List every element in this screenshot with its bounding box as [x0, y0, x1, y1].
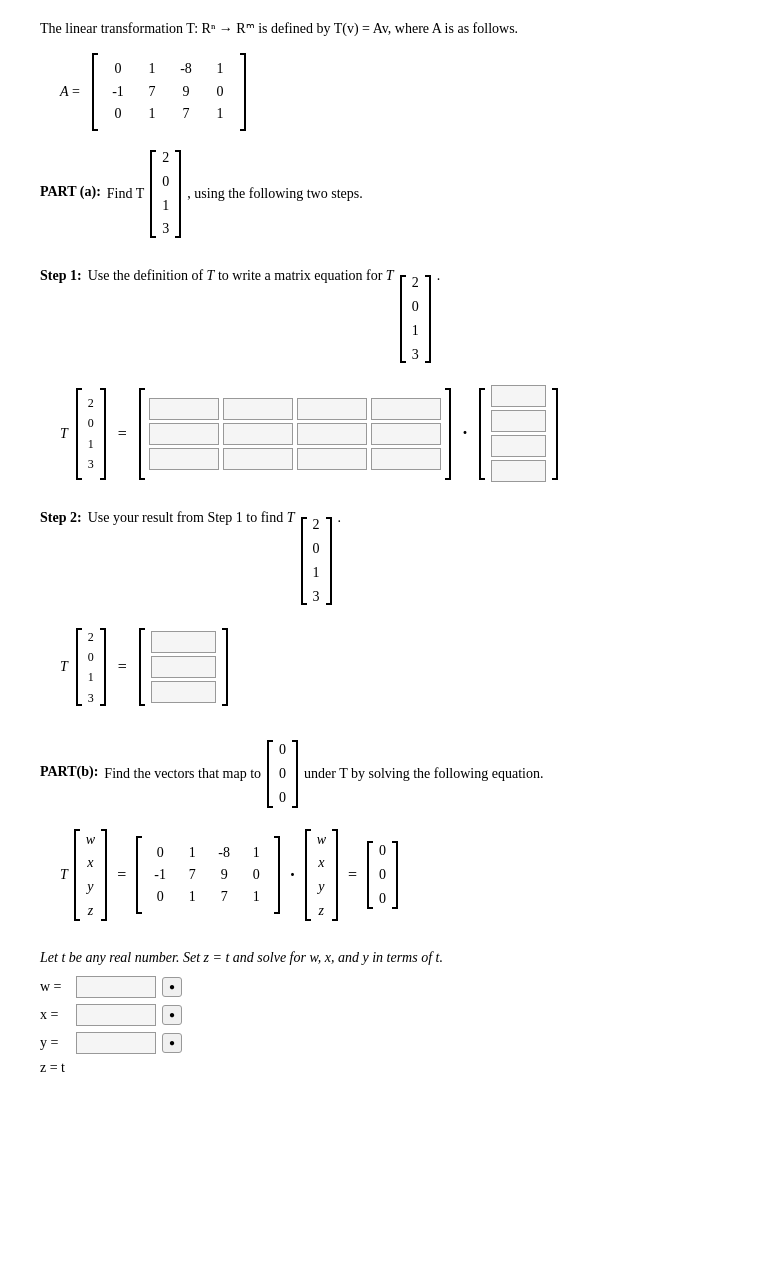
- step1-m20[interactable]: [149, 448, 219, 470]
- step1-m02[interactable]: [297, 398, 367, 420]
- matrix-a-display: 0 1 -8 1 -1 7 9 0 0 1 7 1: [92, 53, 246, 131]
- x-label: x =: [40, 1007, 70, 1023]
- step1-lhs-vector: 2 0 1 3: [76, 388, 106, 480]
- x-icon[interactable]: ●: [162, 1005, 182, 1025]
- y-input[interactable]: [76, 1032, 156, 1054]
- part-a-vector: 2 0 1 3: [150, 143, 181, 244]
- step2-t-label: T: [60, 659, 68, 675]
- part-b-suffix: under T by solving the following equatio…: [304, 766, 543, 782]
- step1-m12[interactable]: [297, 423, 367, 445]
- step1-m03[interactable]: [371, 398, 441, 420]
- step1-m10[interactable]: [149, 423, 219, 445]
- part-b-zero-vector-eq: 0 0 0: [367, 836, 398, 913]
- step1-cv2[interactable]: [491, 435, 546, 457]
- step2-r1[interactable]: [151, 656, 216, 678]
- step2-lhs-vector: 2 0 1 3: [76, 624, 106, 712]
- step2-vector: 2 0 1 3: [301, 510, 332, 611]
- step1-input-col-vector: [479, 381, 558, 486]
- x-input[interactable]: [76, 1004, 156, 1026]
- step1-m01[interactable]: [223, 398, 293, 420]
- matrix-a-label: A =: [60, 84, 80, 100]
- part-b-equation: T w x y z = 0 1 -8 1: [60, 825, 725, 926]
- step1-m22[interactable]: [297, 448, 367, 470]
- y-icon[interactable]: ●: [162, 1033, 182, 1053]
- step1-m00[interactable]: [149, 398, 219, 420]
- step2-section: Step 2: Use your result from Step 1 to f…: [40, 510, 725, 711]
- part-b-zero-vector: 0 0 0: [267, 735, 298, 812]
- step1-cv1[interactable]: [491, 410, 546, 432]
- step1-input-matrix: [139, 388, 451, 480]
- step1-section: Step 1: Use the definition of T to write…: [40, 268, 725, 486]
- part-b-t-label: T: [60, 867, 68, 883]
- step1-m11[interactable]: [223, 423, 293, 445]
- solve-section: Let t be any real number. Set z = t and …: [40, 950, 725, 1076]
- step1-t-label: T: [60, 426, 68, 442]
- step2-text: Use your result from Step 1 to find T: [88, 510, 295, 526]
- x-row: x = ●: [40, 1004, 725, 1026]
- part-b-section: PART(b): Find the vectors that map to 0 …: [40, 735, 725, 926]
- step2-equation: T 2 0 1 3 =: [60, 624, 725, 712]
- part-b-var-vector-lhs: w x y z: [74, 825, 107, 926]
- part-b-label: PART(b):: [40, 764, 98, 780]
- step1-cv0[interactable]: [491, 385, 546, 407]
- step1-m13[interactable]: [371, 423, 441, 445]
- part-b-matrix-a: 0 1 -8 1 -1 7 9 0 0 1 7 1: [136, 836, 280, 914]
- step1-cv3[interactable]: [491, 460, 546, 482]
- step2-r0[interactable]: [151, 631, 216, 653]
- y-row: y = ●: [40, 1032, 725, 1054]
- step1-m23[interactable]: [371, 448, 441, 470]
- part-b-var-vector-rhs: w x y z: [305, 825, 338, 926]
- w-input[interactable]: [76, 976, 156, 998]
- w-row: w = ●: [40, 976, 725, 998]
- part-b-text: Find the vectors that map to: [104, 766, 261, 782]
- y-label: y =: [40, 1035, 70, 1051]
- part-a-suffix: , using the following two steps.: [187, 186, 362, 202]
- matrix-a-section: A = 0 1 -8 1 -1 7 9 0 0 1 7 1: [60, 53, 725, 131]
- part-a-text: Find T: [107, 186, 144, 202]
- w-label: w =: [40, 979, 70, 995]
- step1-m21[interactable]: [223, 448, 293, 470]
- step2-result-vector: [139, 627, 228, 707]
- step1-vector: 2 0 1 3: [400, 268, 431, 369]
- part-a-section: PART (a): Find T 2 0 1 3 , using the fol…: [40, 143, 725, 244]
- solve-text: Let t be any real number. Set z = t and …: [40, 950, 725, 966]
- z-row: z = t: [40, 1060, 725, 1076]
- step2-r2[interactable]: [151, 681, 216, 703]
- step1-equation: T 2 0 1 3 =: [60, 381, 725, 486]
- w-icon[interactable]: ●: [162, 977, 182, 997]
- step2-label: Step 2:: [40, 510, 82, 526]
- intro-text: The linear transformation T: Rⁿ → Rᵐ is …: [40, 20, 725, 37]
- part-a-label: PART (a):: [40, 184, 101, 200]
- z-label: z = t: [40, 1060, 70, 1076]
- step1-label: Step 1:: [40, 268, 82, 284]
- step1-text: Use the definition of T to write a matri…: [88, 268, 394, 284]
